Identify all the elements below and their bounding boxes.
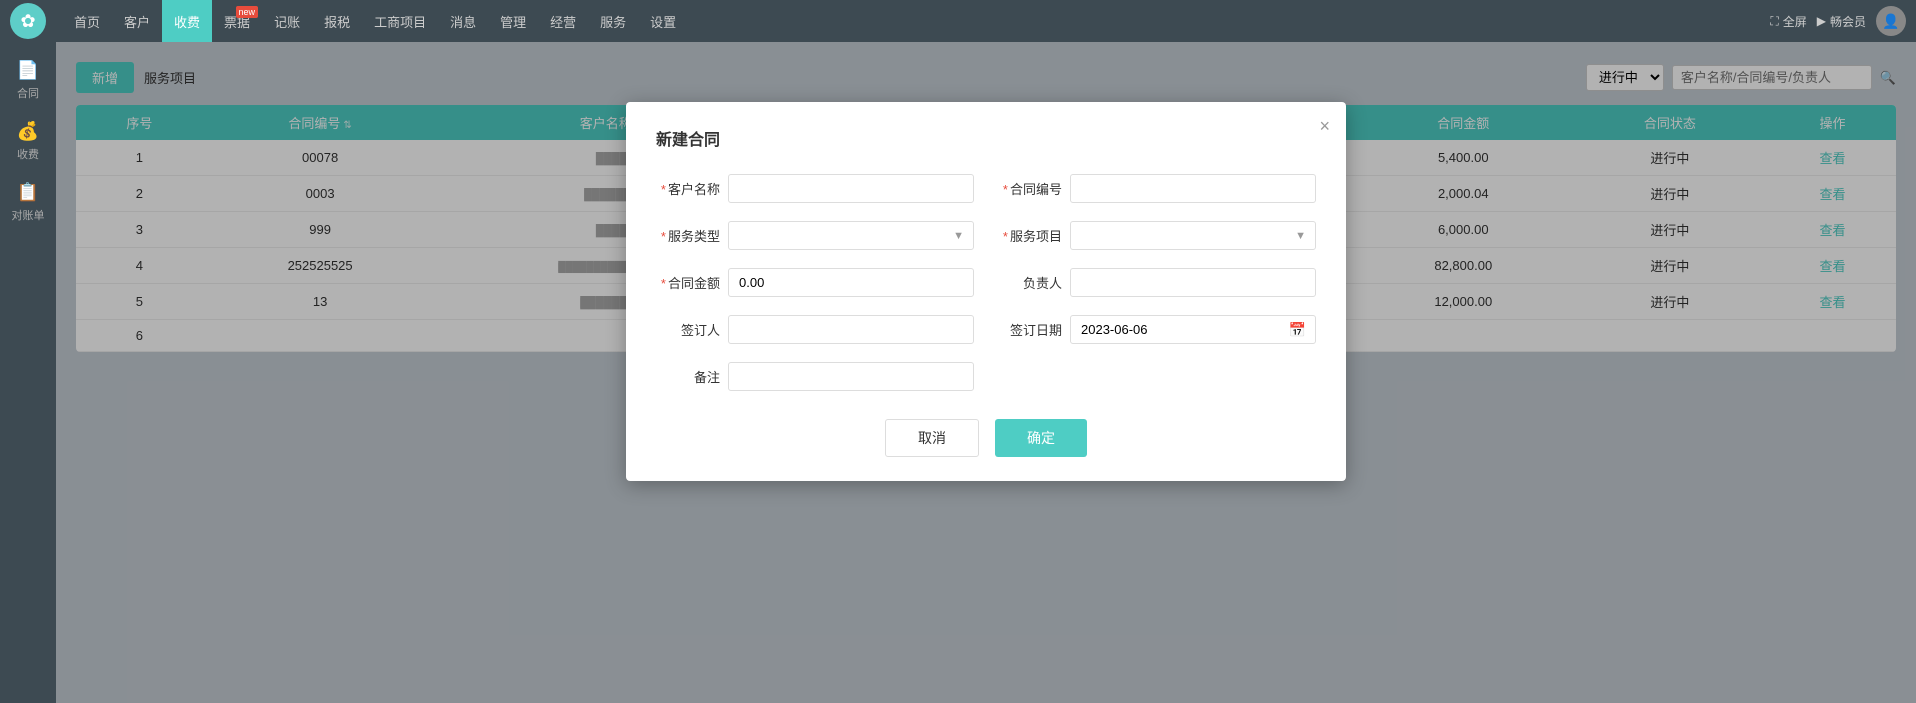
- sidebar-item-billing[interactable]: 💰 收费: [3, 113, 53, 170]
- service-item-field: *服务项目 ▼: [998, 221, 1316, 250]
- nav-billing[interactable]: 收费: [162, 0, 212, 42]
- top-navigation: ✿ 首页 客户 收费 票据 new 记账 报税 工商项目 消息 管理 经营 服务…: [0, 0, 1916, 42]
- confirm-button[interactable]: 确定: [995, 419, 1087, 457]
- new-badge: new: [236, 6, 259, 18]
- signer-field: 签订人: [656, 315, 974, 344]
- contract-amount-field: *合同金额: [656, 268, 974, 297]
- service-type-label: *服务类型: [656, 226, 720, 245]
- modal-footer: 取消 确定: [656, 419, 1316, 457]
- nav-home[interactable]: 首页: [62, 0, 112, 42]
- main-layout: 📄 合同 💰 收费 📋 对账单 新增 服务项目 进行中 已完成 已终止 �: [0, 42, 1916, 703]
- form-row-1: *客户名称 *合同编号: [656, 174, 1316, 203]
- remark-label: 备注: [656, 367, 720, 386]
- contract-no-field: *合同编号: [998, 174, 1316, 203]
- responsible-person-input[interactable]: [1070, 268, 1316, 297]
- service-item-label: *服务项目: [998, 226, 1062, 245]
- sign-date-wrapper: 📅: [1070, 315, 1316, 344]
- responsible-person-label: 负责人: [998, 273, 1062, 292]
- form-row-3: *合同金额 负责人: [656, 268, 1316, 297]
- modal-title: 新建合同: [656, 126, 1316, 150]
- sidebar-item-contract[interactable]: 📄 合同: [3, 52, 53, 109]
- service-type-select[interactable]: [728, 221, 974, 250]
- nav-bizproject[interactable]: 工商项目: [362, 0, 438, 42]
- service-item-select-wrapper: ▼: [1070, 221, 1316, 250]
- service-item-select[interactable]: [1070, 221, 1316, 250]
- customer-name-field: *客户名称: [656, 174, 974, 203]
- user-avatar[interactable]: 👤: [1876, 6, 1906, 36]
- fullscreen-button[interactable]: ⛶ 全屏: [1770, 13, 1806, 30]
- sign-date-label: 签订日期: [998, 320, 1062, 339]
- contract-icon: 📄: [17, 60, 39, 81]
- contract-no-input[interactable]: [1070, 174, 1316, 203]
- customer-name-input[interactable]: [728, 174, 974, 203]
- calendar-icon[interactable]: 📅: [1289, 321, 1306, 338]
- contract-amount-input[interactable]: [728, 268, 974, 297]
- signer-label: 签订人: [656, 320, 720, 339]
- top-nav-right: ⛶ 全屏 ▶ 畅会员 👤: [1770, 6, 1906, 36]
- service-type-field: *服务类型 ▼: [656, 221, 974, 250]
- cancel-button[interactable]: 取消: [885, 419, 979, 457]
- app-logo[interactable]: ✿: [10, 3, 46, 39]
- nav-customer[interactable]: 客户: [112, 0, 162, 42]
- nav-message[interactable]: 消息: [438, 0, 488, 42]
- new-contract-modal: 新建合同 × *客户名称 *合同编号: [626, 102, 1346, 481]
- sign-date-input[interactable]: [1070, 315, 1316, 344]
- avatar-icon: 👤: [1882, 13, 1899, 30]
- nav-admin[interactable]: 管理: [488, 0, 538, 42]
- responsible-person-field: 负责人: [998, 268, 1316, 297]
- signer-input[interactable]: [728, 315, 974, 344]
- nav-settings[interactable]: 设置: [638, 0, 688, 42]
- form-row-4: 签订人 签订日期 📅: [656, 315, 1316, 344]
- billing-icon: 💰: [17, 121, 39, 142]
- fullscreen-icon: ⛶: [1770, 14, 1778, 29]
- sidebar-item-statement[interactable]: 📋 对账单: [3, 174, 53, 231]
- left-sidebar: 📄 合同 💰 收费 📋 对账单: [0, 42, 56, 703]
- modal-overlay: 新建合同 × *客户名称 *合同编号: [56, 42, 1916, 703]
- statement-icon: 📋: [17, 182, 39, 203]
- content-area: 新增 服务项目 进行中 已完成 已终止 🔍 序号 合同编号⇅ 客户名称⇅ 服务项…: [56, 42, 1916, 703]
- form-row-2: *服务类型 ▼ *服务项目: [656, 221, 1316, 250]
- sign-date-field: 签订日期 📅: [998, 315, 1316, 344]
- nav-bookkeeping[interactable]: 记账: [262, 0, 312, 42]
- nav-operation[interactable]: 经营: [538, 0, 588, 42]
- form-row-5: 备注: [656, 362, 1316, 391]
- modal-close-button[interactable]: ×: [1319, 116, 1330, 137]
- member-button[interactable]: ▶ 畅会员: [1817, 13, 1866, 30]
- contract-amount-label: *合同金额: [656, 273, 720, 292]
- customer-name-label: *客户名称: [656, 179, 720, 198]
- play-icon: ▶: [1817, 14, 1826, 28]
- nav-tax[interactable]: 报税: [312, 0, 362, 42]
- service-type-select-wrapper: ▼: [728, 221, 974, 250]
- nav-invoice[interactable]: 票据 new: [212, 0, 262, 42]
- remark-input[interactable]: [728, 362, 974, 391]
- remark-field: 备注: [656, 362, 974, 391]
- contract-no-label: *合同编号: [998, 179, 1062, 198]
- nav-service[interactable]: 服务: [588, 0, 638, 42]
